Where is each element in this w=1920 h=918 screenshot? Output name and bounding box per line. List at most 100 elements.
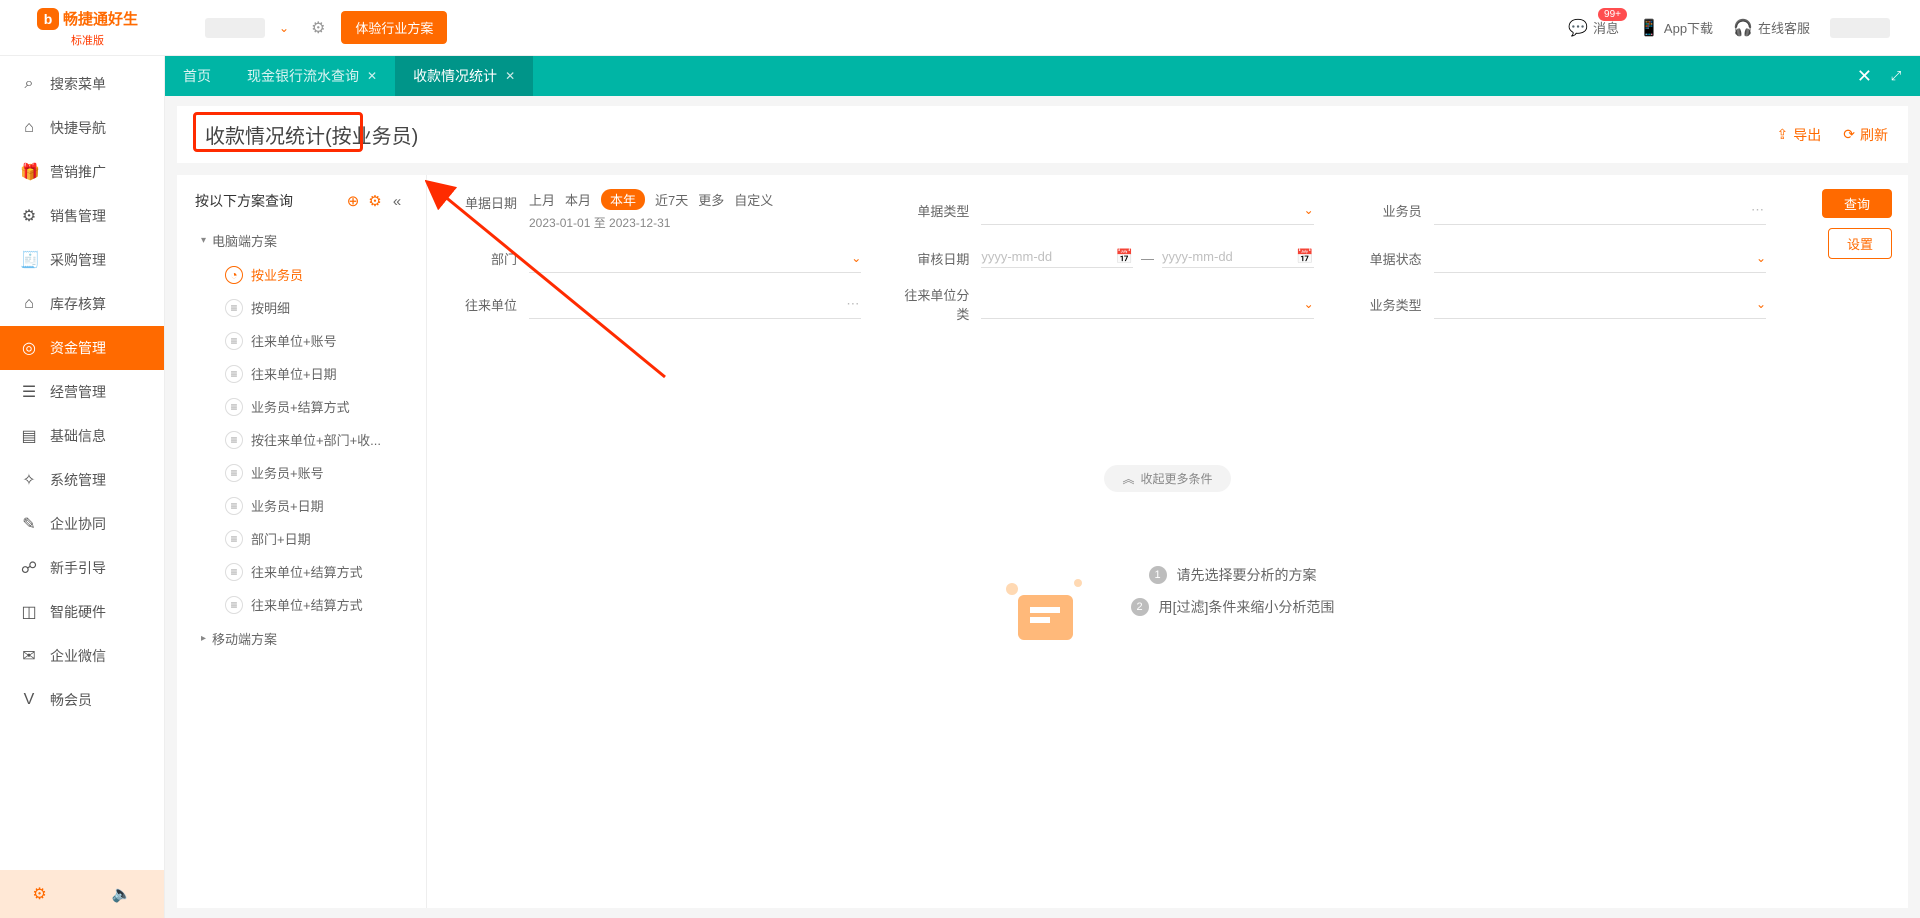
sidebar-item-新手引导[interactable]: ☍ 新手引导 [0, 546, 164, 590]
sidebar-item-库存核算[interactable]: ⌂库存核算 [0, 282, 164, 326]
audit-date-from[interactable]: yyyy-mm-dd 📅 [981, 248, 1133, 268]
tab-收款情况统计[interactable]: 收款情况统计 ✕ [395, 56, 533, 96]
sidebar-item-label: 畅会员 [50, 690, 92, 710]
guide-icon: ☍ [20, 558, 38, 578]
footer-gear-icon[interactable]: ⚙ [32, 884, 46, 904]
tab-label: 现金银行流水查询 [247, 66, 359, 86]
scheme-item[interactable]: ≡往来单位+日期 [219, 357, 418, 390]
sidebar-item-label: 快捷导航 [50, 118, 106, 138]
tab-首页[interactable]: 首页 [165, 56, 229, 96]
scheme-item[interactable]: ≡往来单位+结算方式 [219, 555, 418, 588]
audit-date-to[interactable]: yyyy-mm-dd 📅 [1162, 248, 1314, 268]
field-department[interactable]: 部门 ⌄ [449, 243, 861, 273]
wechat-icon: ✉ [20, 646, 38, 666]
sidebar-item-资金管理[interactable]: ◎资金管理 [0, 326, 164, 370]
sidebar-item-基础信息[interactable]: ▤基础信息 [0, 414, 164, 458]
scheme-item[interactable]: ≡业务员+账号 [219, 456, 418, 489]
sidebar-item-营销推广[interactable]: 🎁营销推广 [0, 150, 164, 194]
field-partner[interactable]: 往来单位 ⋯ [449, 285, 861, 323]
scheme-item[interactable]: ≡业务员+结算方式 [219, 390, 418, 423]
sidebar-item-label: 企业协同 [50, 514, 106, 534]
scheme-panel: 按以下方案查询 ⊕ ⚙ « ▾电脑端方案◔按业务员≡按明细≡往来单位+账号≡往来… [177, 175, 427, 908]
tab-label: 收款情况统计 [413, 66, 497, 86]
field-biz-type[interactable]: 业务类型 ⌄ [1354, 285, 1766, 323]
ellipsis-icon[interactable]: ⋯ [846, 296, 861, 312]
sidebar-item-智能硬件[interactable]: ◫智能硬件 [0, 590, 164, 634]
sidebar-item-销售管理[interactable]: ⚙销售管理 [0, 194, 164, 238]
scheme-settings-icon[interactable]: ⚙ [364, 192, 386, 210]
qd-last-month[interactable]: 上月 [529, 190, 555, 209]
chevron-down-icon: ⌄ [1756, 251, 1766, 265]
warehouse-icon: ⌂ [20, 295, 38, 313]
qd-more[interactable]: 更多 [698, 190, 724, 209]
app-download-link[interactable]: 📱 App下载 [1639, 18, 1713, 38]
tree-group-电脑端方案[interactable]: ▾电脑端方案 [195, 223, 418, 258]
report-icon: ≡ [225, 596, 243, 614]
collapse-panel-icon[interactable]: « [386, 193, 408, 210]
brand-logo-mark: b [37, 8, 59, 30]
sidebar-item-搜索菜单[interactable]: ⌕搜索菜单 [0, 62, 164, 106]
scheme-item[interactable]: ≡往来单位+结算方式 [219, 588, 418, 621]
qd-last7[interactable]: 近7天 [655, 190, 688, 209]
query-button[interactable]: 查询 [1822, 189, 1892, 218]
qd-this-year[interactable]: 本年 [601, 189, 645, 210]
close-icon[interactable]: ✕ [367, 69, 377, 83]
collapse-conditions-button[interactable]: ︽ 收起更多条件 [1104, 465, 1230, 492]
refresh-icon: ⟳ [1843, 126, 1855, 143]
tab-现金银行流水查询[interactable]: 现金银行流水查询 ✕ [229, 56, 395, 96]
report-icon: ≡ [225, 431, 243, 449]
ellipsis-icon[interactable]: ⋯ [1751, 202, 1766, 218]
sidebar-item-采购管理[interactable]: 🧾采购管理 [0, 238, 164, 282]
qd-this-month[interactable]: 本月 [565, 190, 591, 209]
scheme-item[interactable]: ≡按明细 [219, 291, 418, 324]
sidebar-item-企业协同[interactable]: ✎企业协同 [0, 502, 164, 546]
sidebar-item-系统管理[interactable]: ✧系统管理 [0, 458, 164, 502]
tabbar-close-all-icon[interactable]: ✕ [1857, 56, 1872, 96]
chat-icon: 💬 [1568, 18, 1588, 38]
scheme-item[interactable]: ≡按往来单位+部门+收... [219, 423, 418, 456]
quick-date-picker: 上月 本月 本年 近7天 更多 自定义 [529, 189, 861, 210]
sidebar-item-label: 新手引导 [50, 558, 106, 578]
user-account[interactable] [1830, 18, 1890, 38]
scheme-item[interactable]: ≡往来单位+账号 [219, 324, 418, 357]
sidebar-item-畅会员[interactable]: V畅会员 [0, 678, 164, 722]
experience-button[interactable]: 体验行业方案 [341, 11, 447, 44]
scheme-item-label: 部门+日期 [251, 529, 311, 548]
close-icon[interactable]: ✕ [505, 69, 515, 83]
fullscreen-button[interactable]: ⤢ [1878, 58, 1914, 94]
filter-actions: 查询 设置 [1788, 175, 1908, 908]
field-bill-type[interactable]: 单据类型 ⌄ [901, 189, 1313, 231]
org-selector[interactable] [205, 18, 265, 38]
online-service-link[interactable]: 🎧 在线客服 [1733, 18, 1810, 38]
refresh-button[interactable]: ⟳ 刷新 [1843, 125, 1888, 145]
add-scheme-icon[interactable]: ⊕ [342, 192, 364, 210]
report-icon: ≡ [225, 365, 243, 383]
messages-link[interactable]: 💬 消息 99+ [1568, 18, 1619, 38]
calendar-icon: 📅 [1116, 248, 1133, 265]
field-salesman[interactable]: 业务员 ⋯ [1354, 189, 1766, 231]
tree-group-label: 电脑端方案 [212, 231, 277, 250]
sidebar-item-快捷导航[interactable]: ⌂快捷导航 [0, 106, 164, 150]
field-partner-class[interactable]: 往来单位分类 ⌄ [901, 285, 1313, 323]
scheme-item[interactable]: ≡业务员+日期 [219, 489, 418, 522]
footer-sound-icon[interactable]: 🔈 [112, 884, 132, 904]
scheme-item[interactable]: ◔按业务员 [219, 258, 418, 291]
export-icon: ⇪ [1777, 126, 1789, 143]
report-icon: ≡ [225, 332, 243, 350]
info-icon: ▤ [20, 426, 38, 446]
export-button[interactable]: ⇪ 导出 [1777, 125, 1822, 145]
qd-custom[interactable]: 自定义 [734, 190, 773, 209]
scheme-item-label: 按明细 [251, 298, 290, 317]
gear-icon[interactable]: ⚙ [311, 18, 325, 38]
settings-button[interactable]: 设置 [1828, 228, 1892, 259]
sidebar-item-企业微信[interactable]: ✉企业微信 [0, 634, 164, 678]
chevron-down-icon[interactable]: ⌄ [279, 21, 289, 35]
tree-group-移动端方案[interactable]: ▸移动端方案 [195, 621, 418, 656]
sidebar: ⌕搜索菜单⌂快捷导航🎁营销推广⚙销售管理🧾采购管理⌂库存核算◎资金管理☰经营管理… [0, 56, 165, 918]
scheme-item[interactable]: ≡部门+日期 [219, 522, 418, 555]
sidebar-item-经营管理[interactable]: ☰经营管理 [0, 370, 164, 414]
calendar-icon: 📅 [1296, 248, 1313, 265]
field-audit-date: 审核日期 yyyy-mm-dd 📅 — yyyy-mm-dd 📅 [901, 243, 1313, 273]
field-bill-status[interactable]: 单据状态 ⌄ [1354, 243, 1766, 273]
chevron-right-icon: ▸ [201, 633, 206, 644]
